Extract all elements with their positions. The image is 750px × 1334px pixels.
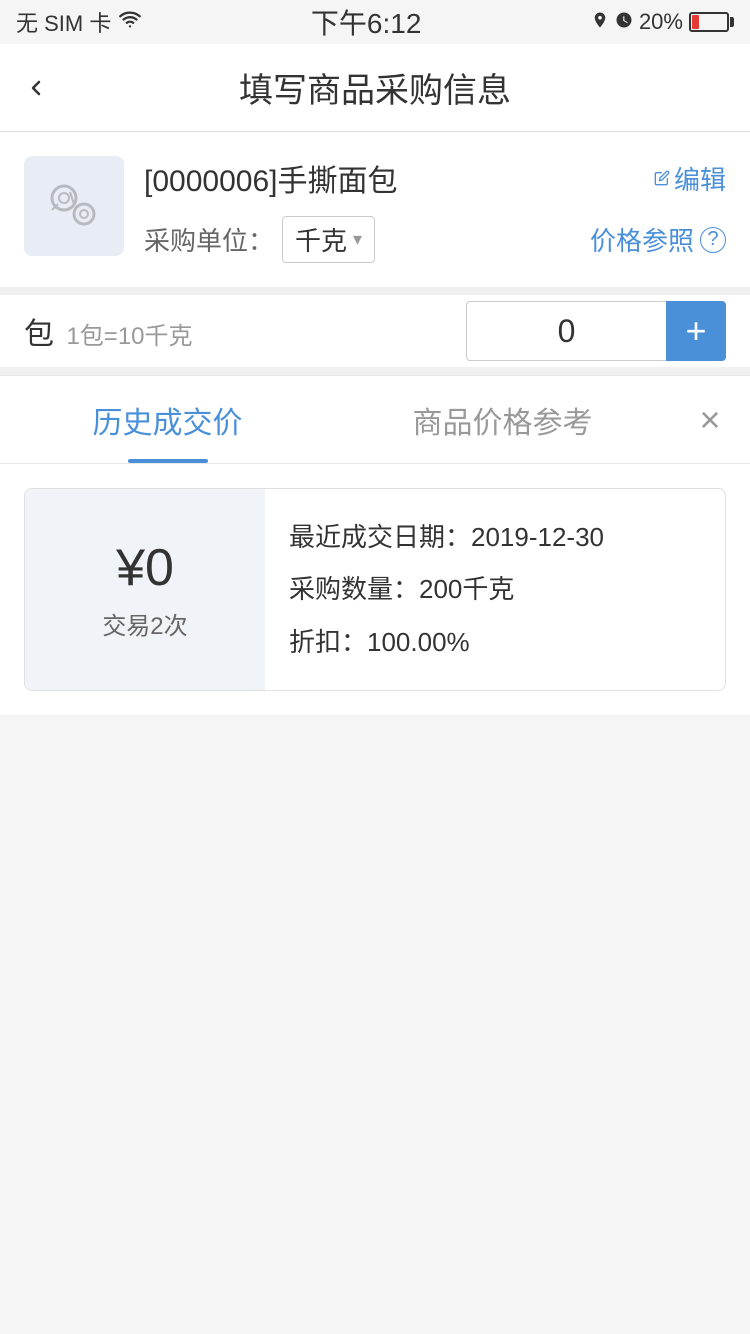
quantity-unit-area: 包 1包=10千克: [24, 309, 193, 353]
history-discount: 折扣：100.00%: [289, 624, 701, 660]
tab-product-price-ref[interactable]: 商品价格参考: [335, 376, 670, 463]
recent-date-value: 2019-12-30: [471, 522, 604, 552]
tab-header: 历史成交价 商品价格参考 ×: [0, 376, 750, 464]
quantity-input[interactable]: [466, 301, 666, 361]
quantity-label: 采购数量：: [289, 574, 419, 604]
history-right: 最近成交日期：2019-12-30 采购数量：200千克 折扣：100.00%: [265, 489, 725, 690]
wifi-icon: [119, 8, 141, 36]
tab-close-button[interactable]: ×: [670, 399, 750, 441]
product-name: [0000006]手撕面包: [144, 156, 397, 200]
close-icon: ×: [699, 399, 720, 441]
battery-icon: [689, 12, 734, 32]
quantity-input-area: +: [466, 301, 726, 361]
product-info: [0000006]手撕面包 编辑 采购单位： 千克 ▾ 价格参照 ?: [144, 156, 726, 263]
tab-history-price[interactable]: 历史成交价: [0, 376, 335, 463]
status-time: 下午6:12: [311, 2, 422, 42]
edit-label: 编辑: [674, 160, 726, 197]
quantity-unit: 包: [24, 318, 54, 351]
plus-icon: +: [685, 310, 706, 352]
status-bar: 无 SIM 卡 下午6:12 20%: [0, 0, 750, 44]
location-icon: [591, 9, 609, 35]
history-transactions: 交易2次: [102, 606, 187, 641]
page-title: 填写商品采购信息: [239, 63, 511, 112]
back-button[interactable]: [24, 67, 48, 109]
discount-label: 折扣：: [289, 627, 367, 657]
history-recent-date: 最近成交日期：2019-12-30: [289, 519, 701, 555]
tab-panel: 历史成交价 商品价格参考 × ¥0 交易2次 最近成交日期：2019-12-30…: [0, 375, 750, 715]
product-icon: [24, 156, 124, 256]
unit-select[interactable]: 千克 ▾: [282, 216, 375, 263]
unit-label: 采购单位：: [144, 221, 274, 258]
unit-value: 千克: [295, 221, 347, 258]
status-left: 无 SIM 卡: [16, 6, 141, 38]
recent-date-label: 最近成交日期：: [289, 522, 471, 552]
discount-value: 100.00%: [367, 627, 470, 657]
nav-bar: 填写商品采购信息: [0, 44, 750, 132]
sim-label: 无 SIM 卡: [16, 6, 111, 38]
tab1-label: 历史成交价: [93, 398, 243, 442]
edit-button[interactable]: 编辑: [654, 160, 726, 197]
history-quantity: 采购数量：200千克: [289, 571, 701, 607]
price-ref-button[interactable]: 价格参照 ?: [590, 221, 726, 258]
history-card: ¥0 交易2次 最近成交日期：2019-12-30 采购数量：200千克 折扣：…: [24, 488, 726, 691]
history-left: ¥0 交易2次: [25, 489, 265, 690]
chevron-down-icon: ▾: [353, 229, 362, 250]
tab-active-indicator: [128, 459, 208, 463]
history-price: ¥0: [116, 538, 174, 598]
history-content: ¥0 交易2次 最近成交日期：2019-12-30 采购数量：200千克 折扣：…: [0, 464, 750, 715]
unit-hint: 1包=10千克: [66, 323, 192, 350]
quantity-row: 包 1包=10千克 +: [0, 295, 750, 375]
battery-percent: 20%: [639, 9, 683, 35]
price-ref-label: 价格参照: [590, 221, 694, 258]
help-icon: ?: [700, 227, 726, 253]
tab2-label: 商品价格参考: [413, 398, 593, 442]
quantity-plus-button[interactable]: +: [666, 301, 726, 361]
alarm-icon: [615, 9, 633, 35]
quantity-value: 200千克: [419, 574, 514, 604]
status-right: 20%: [591, 9, 734, 35]
product-card: [0000006]手撕面包 编辑 采购单位： 千克 ▾ 价格参照 ?: [0, 132, 750, 295]
